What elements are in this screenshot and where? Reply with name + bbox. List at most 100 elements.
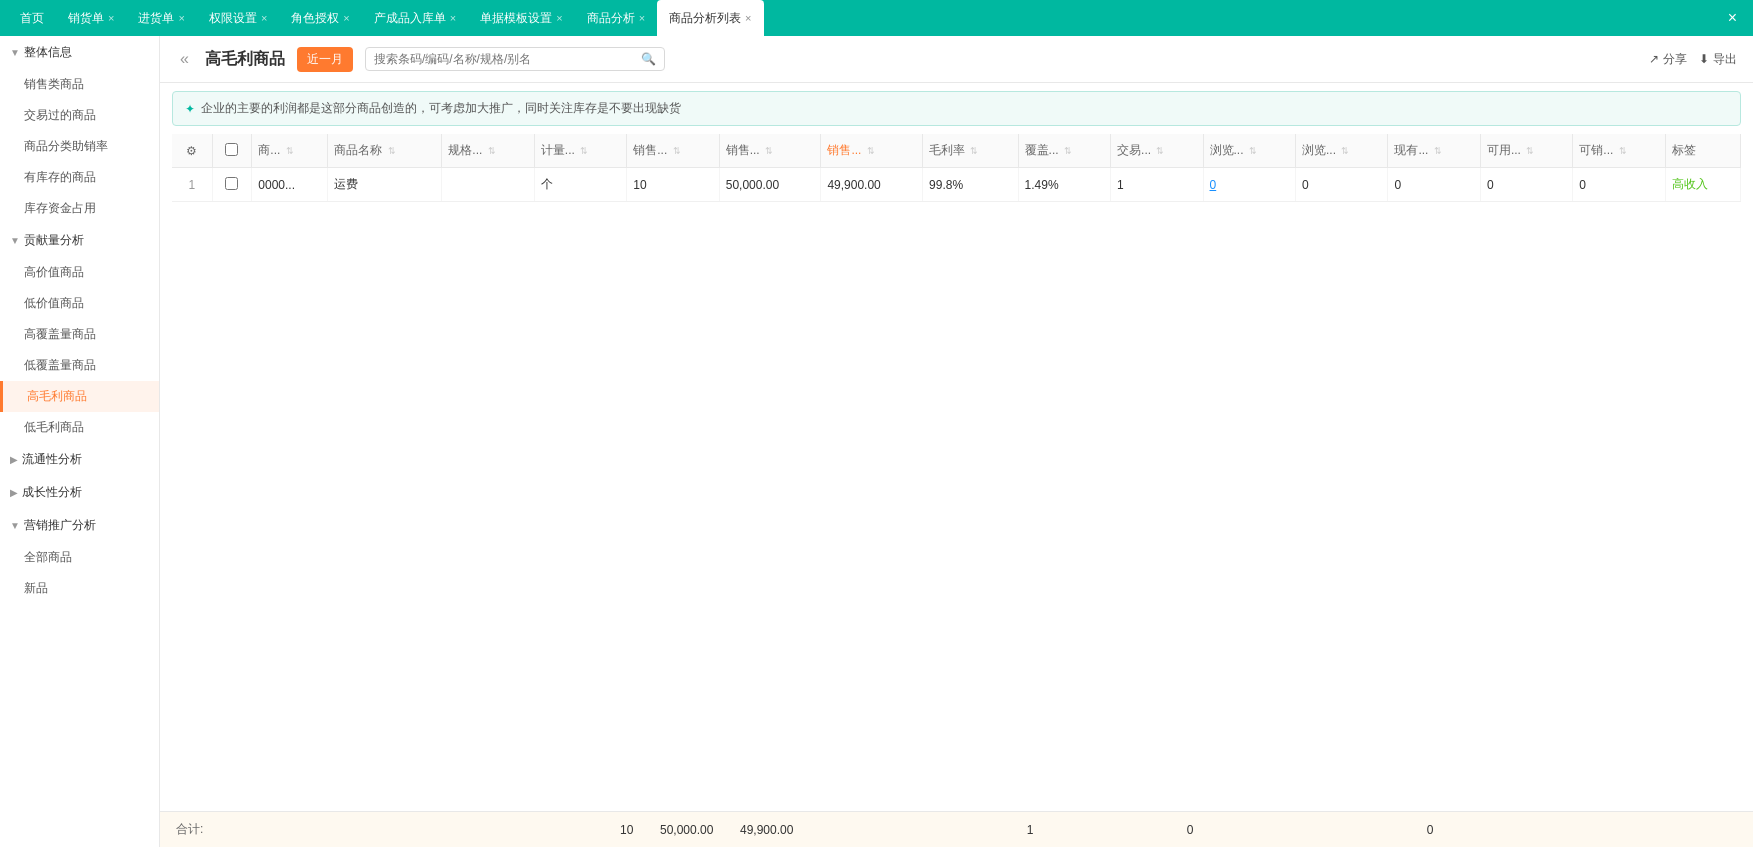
col-header-sales-qty[interactable]: 销售... ⇅ bbox=[627, 134, 719, 168]
row-checkbox[interactable] bbox=[225, 177, 238, 190]
footer-label: 合计: bbox=[176, 821, 203, 838]
search-input[interactable] bbox=[374, 52, 635, 66]
table-container[interactable]: ⚙ 商... ⇅ 商品名称 ⇅ bbox=[172, 134, 1741, 811]
sidebar-item-traded-goods[interactable]: 交易过的商品 bbox=[0, 100, 159, 131]
sidebar-item-new-goods[interactable]: 新品 bbox=[0, 573, 159, 604]
sort-icon-browse1: ⇅ bbox=[1249, 146, 1257, 156]
collapse-icon-liquidity: ▶ bbox=[10, 454, 18, 465]
nav-tab-analysis-list-close[interactable]: × bbox=[745, 12, 751, 24]
sort-icon-coverage: ⇅ bbox=[1064, 146, 1072, 156]
settings-icon[interactable]: ⚙ bbox=[186, 144, 197, 158]
nav-tab-purchase[interactable]: 进货单 × bbox=[126, 0, 196, 36]
search-icon[interactable]: 🔍 bbox=[641, 52, 656, 66]
sidebar-item-low-coverage[interactable]: 低覆盖量商品 bbox=[0, 350, 159, 381]
cell-gross-rate: 99.8% bbox=[923, 168, 1019, 202]
sidebar-group-marketing[interactable]: ▼ 营销推广分析 bbox=[0, 509, 159, 542]
nav-tab-sales-close[interactable]: × bbox=[108, 12, 114, 24]
nav-tab-template[interactable]: 单据模板设置 × bbox=[468, 0, 574, 36]
page-title: 高毛利商品 bbox=[205, 49, 285, 70]
window-close-button[interactable]: × bbox=[1720, 9, 1745, 27]
sidebar-item-stock-capital[interactable]: 库存资金占用 bbox=[0, 193, 159, 224]
cell-code: 0000... bbox=[252, 168, 328, 202]
sort-icon-unit: ⇅ bbox=[580, 146, 588, 156]
col-header-gross-rate[interactable]: 毛利率 ⇅ bbox=[923, 134, 1019, 168]
sort-icon-name: ⇅ bbox=[388, 146, 396, 156]
nav-tab-role[interactable]: 角色授权 × bbox=[279, 0, 361, 36]
cell-browse1[interactable]: 0 bbox=[1203, 168, 1295, 202]
share-button[interactable]: ↗ 分享 bbox=[1649, 51, 1687, 68]
sidebar-item-category-rate[interactable]: 商品分类助销率 bbox=[0, 131, 159, 162]
sidebar-item-in-stock[interactable]: 有库存的商品 bbox=[0, 162, 159, 193]
sort-icon-sales-amount: ⇅ bbox=[765, 146, 773, 156]
nav-tab-template-close[interactable]: × bbox=[556, 12, 562, 24]
sort-icon-gross-rate: ⇅ bbox=[970, 146, 978, 156]
col-header-index: ⚙ bbox=[172, 134, 212, 168]
sidebar-group-overall[interactable]: ▼ 整体信息 bbox=[0, 36, 159, 69]
table-row: 1 0000... 运费 个 10 50,000.00 49,900.00 99… bbox=[172, 168, 1741, 202]
col-header-sales-profit[interactable]: 销售... ⇅ bbox=[821, 134, 923, 168]
cell-sales-profit: 49,900.00 bbox=[821, 168, 923, 202]
sidebar-item-all-goods[interactable]: 全部商品 bbox=[0, 542, 159, 573]
footer-sellable: 0 bbox=[1359, 823, 1439, 837]
export-button[interactable]: ⬇ 导出 bbox=[1699, 51, 1737, 68]
col-header-trade[interactable]: 交易... ⇅ bbox=[1111, 134, 1203, 168]
collapse-icon-growth: ▶ bbox=[10, 487, 18, 498]
sidebar-item-high-margin[interactable]: 高毛利商品 bbox=[0, 381, 159, 412]
col-header-browse1[interactable]: 浏览... ⇅ bbox=[1203, 134, 1295, 168]
nav-tab-analysis-close[interactable]: × bbox=[639, 12, 645, 24]
col-header-tag[interactable]: 标签 bbox=[1665, 134, 1740, 168]
col-header-sales-amount[interactable]: 销售... ⇅ bbox=[719, 134, 821, 168]
sort-icon-sales-qty: ⇅ bbox=[673, 146, 681, 156]
nav-tab-permission[interactable]: 权限设置 × bbox=[197, 0, 279, 36]
cell-stock: 0 bbox=[1388, 168, 1480, 202]
table-footer: 合计: 10 50,000.00 49,900.00 1 0 0 bbox=[160, 811, 1753, 847]
sidebar-group-liquidity[interactable]: ▶ 流通性分析 bbox=[0, 443, 159, 476]
nav-tab-sales[interactable]: 销货单 × bbox=[56, 0, 126, 36]
col-header-stock[interactable]: 现有... ⇅ bbox=[1388, 134, 1480, 168]
search-box: 🔍 bbox=[365, 47, 665, 71]
nav-tab-product-in-close[interactable]: × bbox=[450, 12, 456, 24]
sidebar-item-low-margin[interactable]: 低毛利商品 bbox=[0, 412, 159, 443]
col-header-unit[interactable]: 计量... ⇅ bbox=[534, 134, 626, 168]
sidebar-item-low-value[interactable]: 低价值商品 bbox=[0, 288, 159, 319]
export-icon: ⬇ bbox=[1699, 52, 1709, 66]
collapse-sidebar-button[interactable]: « bbox=[176, 46, 193, 72]
cell-checkbox[interactable] bbox=[212, 168, 252, 202]
nav-tab-product-in[interactable]: 产成品入库单 × bbox=[362, 0, 468, 36]
col-header-available[interactable]: 可用... ⇅ bbox=[1480, 134, 1572, 168]
col-header-name[interactable]: 商品名称 ⇅ bbox=[328, 134, 442, 168]
cell-sales-amount: 50,000.00 bbox=[719, 168, 821, 202]
sort-icon-sellable: ⇅ bbox=[1619, 146, 1627, 156]
sort-icon-trade: ⇅ bbox=[1156, 146, 1164, 156]
nav-tab-analysis-list[interactable]: 商品分析列表 × bbox=[657, 0, 763, 36]
nav-tab-purchase-close[interactable]: × bbox=[178, 12, 184, 24]
cell-sales-qty: 10 bbox=[627, 168, 719, 202]
sort-icon-available: ⇅ bbox=[1526, 146, 1534, 156]
col-header-spec[interactable]: 规格... ⇅ bbox=[442, 134, 534, 168]
col-header-browse2[interactable]: 浏览... ⇅ bbox=[1295, 134, 1387, 168]
col-header-coverage[interactable]: 覆盖... ⇅ bbox=[1018, 134, 1110, 168]
col-header-sellable[interactable]: 可销... ⇅ bbox=[1573, 134, 1665, 168]
content-header: « 高毛利商品 近一月 🔍 ↗ 分享 ⬇ 导出 bbox=[160, 36, 1753, 83]
filter-recent-button[interactable]: 近一月 bbox=[297, 47, 353, 72]
nav-tab-role-close[interactable]: × bbox=[343, 12, 349, 24]
sidebar-group-contribution[interactable]: ▼ 贡献量分析 bbox=[0, 224, 159, 257]
sidebar-item-high-coverage[interactable]: 高覆盖量商品 bbox=[0, 319, 159, 350]
col-header-code[interactable]: 商... ⇅ bbox=[252, 134, 328, 168]
nav-tab-permission-close[interactable]: × bbox=[261, 12, 267, 24]
sidebar-item-high-value[interactable]: 高价值商品 bbox=[0, 257, 159, 288]
nav-tab-home[interactable]: 首页 bbox=[8, 0, 56, 36]
col-header-checkbox[interactable] bbox=[212, 134, 252, 168]
sidebar-item-sales-goods[interactable]: 销售类商品 bbox=[0, 69, 159, 100]
cell-unit: 个 bbox=[534, 168, 626, 202]
footer-browse2: 0 bbox=[1119, 823, 1199, 837]
info-banner: ✦ 企业的主要的利润都是这部分商品创造的，可考虑加大推广，同时关注库存是不要出现… bbox=[172, 91, 1741, 126]
nav-tab-analysis[interactable]: 商品分析 × bbox=[575, 0, 657, 36]
cell-coverage: 1.49% bbox=[1018, 168, 1110, 202]
cell-index: 1 bbox=[172, 168, 212, 202]
sort-icon-stock: ⇅ bbox=[1434, 146, 1442, 156]
sidebar-group-growth[interactable]: ▶ 成长性分析 bbox=[0, 476, 159, 509]
footer-sales-qty: 10 bbox=[559, 823, 639, 837]
select-all-checkbox[interactable] bbox=[225, 143, 238, 156]
main-layout: ▼ 整体信息 销售类商品 交易过的商品 商品分类助销率 有库存的商品 库存资金占… bbox=[0, 36, 1753, 847]
